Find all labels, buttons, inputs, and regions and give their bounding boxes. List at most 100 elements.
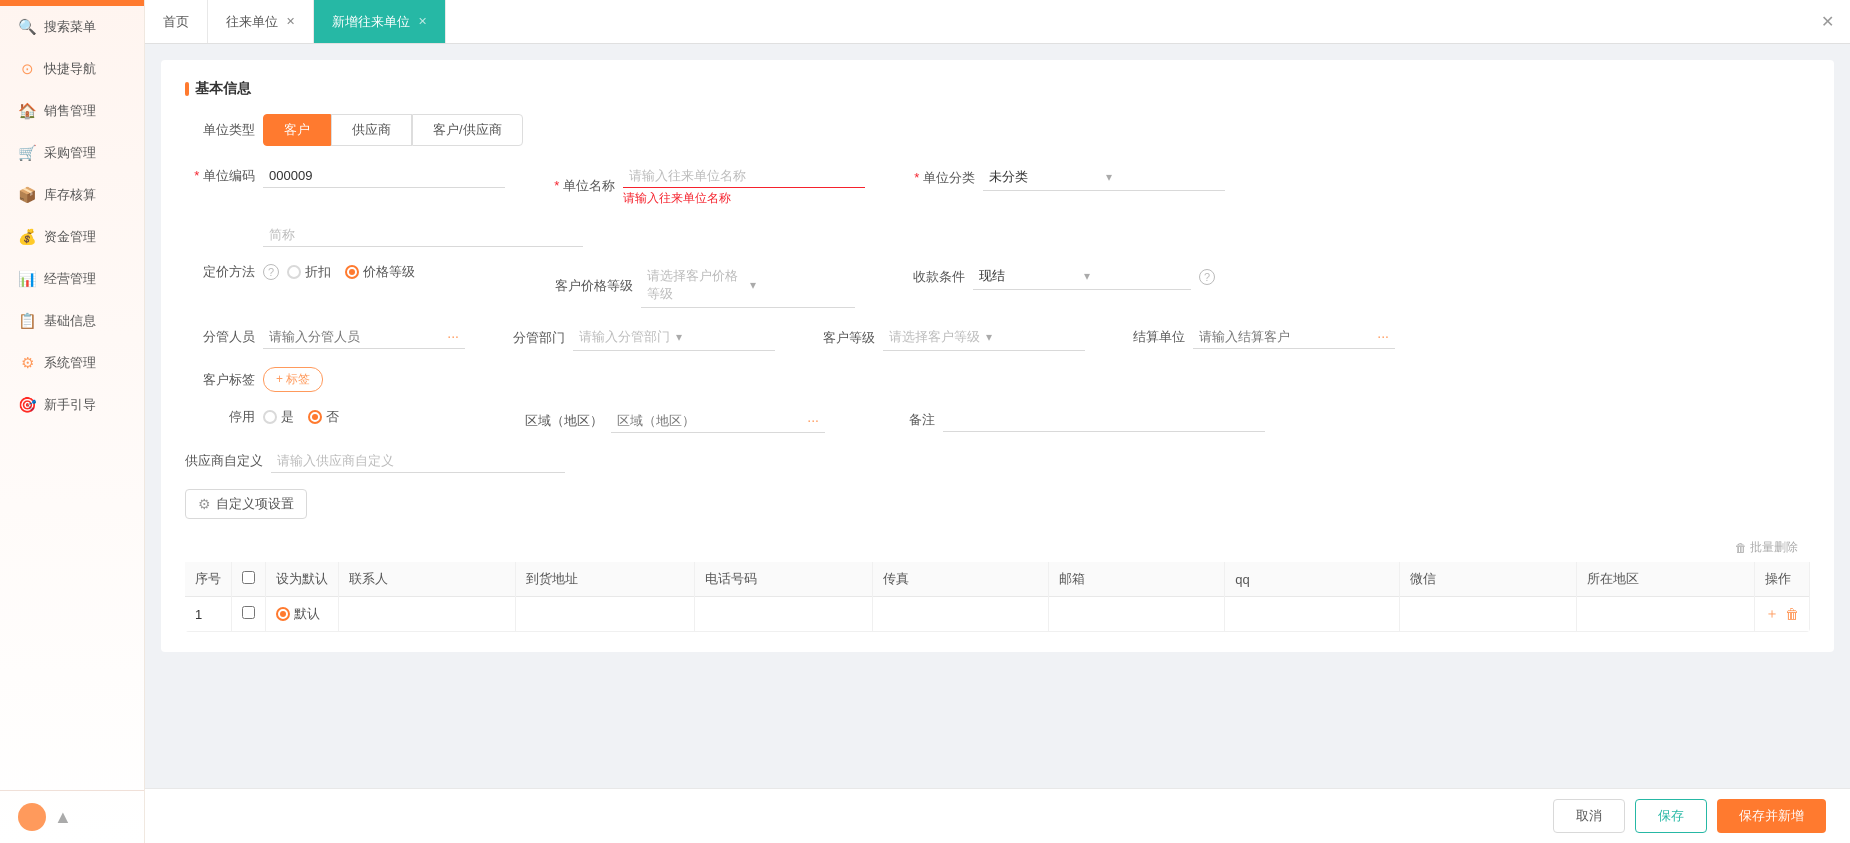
tab-home-label: 首页: [163, 13, 189, 31]
remark-input[interactable]: [943, 408, 1265, 432]
sidebar-item-label: 经营管理: [44, 270, 96, 288]
unit-type-customer-btn[interactable]: 客户: [263, 114, 331, 146]
settlement-unit-field: 结算单位 ···: [1115, 324, 1395, 349]
sidebar-item-search[interactable]: 🔍 搜索菜单: [0, 6, 144, 48]
purchase-icon: 🛒: [18, 144, 36, 162]
row-address-input[interactable]: [526, 607, 683, 622]
sidebar-item-finance[interactable]: 💰 资金管理: [0, 216, 144, 258]
custom-settings-button[interactable]: ⚙ 自定义项设置: [185, 489, 307, 519]
department-label: 分管部门: [495, 329, 565, 347]
sidebar-item-label: 采购管理: [44, 144, 96, 162]
basic-info-icon: 📋: [18, 312, 36, 330]
sidebar-item-purchase[interactable]: 🛒 采购管理: [0, 132, 144, 174]
short-name-input[interactable]: [263, 223, 583, 247]
disabled-yes-radio[interactable]: 是: [263, 408, 294, 426]
sales-icon: 🏠: [18, 102, 36, 120]
row-delete-btn[interactable]: 🗑: [1785, 606, 1799, 622]
row-email-input[interactable]: [1059, 607, 1214, 622]
unit-name-group: 请输入往来单位名称: [623, 164, 865, 207]
save-new-button[interactable]: 保存并新增: [1717, 799, 1826, 833]
row-fax-input[interactable]: [883, 607, 1038, 622]
save-button[interactable]: 保存: [1635, 799, 1707, 833]
sidebar-item-system[interactable]: ⚙ 系统管理: [0, 342, 144, 384]
customer-tag-label: 客户标签: [185, 371, 255, 389]
disabled-no-radio[interactable]: 否: [308, 408, 339, 426]
pricing-help-icon[interactable]: ?: [263, 264, 279, 280]
row-region-input[interactable]: [1587, 607, 1744, 622]
th-address: 到货地址: [516, 562, 694, 597]
unit-type-supplier-btn[interactable]: 供应商: [331, 114, 412, 146]
department-select[interactable]: 请输入分管部门 ▾: [573, 324, 775, 351]
unit-category-select[interactable]: 未分类 ▾: [983, 164, 1225, 191]
supplier-custom-input[interactable]: [271, 449, 565, 473]
manager-field: 分管人员 ···: [185, 324, 465, 349]
pricing-method-label: 定价方法: [185, 263, 255, 281]
tab-new-partner-label: 新增往来单位: [332, 13, 410, 31]
sidebar-item-sales[interactable]: 🏠 销售管理: [0, 90, 144, 132]
tab-partners[interactable]: 往来单位 ✕: [208, 0, 314, 43]
unit-code-input[interactable]: [263, 164, 505, 188]
unit-category-value: 未分类: [989, 168, 1102, 186]
unit-type-row: 单位类型 客户 供应商 客户/供应商: [185, 114, 1810, 146]
tab-partners-close[interactable]: ✕: [286, 15, 295, 28]
short-name-row: [185, 223, 1810, 247]
customer-price-level-select[interactable]: 请选择客户价格等级 ▾: [641, 263, 855, 308]
row-checkbox[interactable]: [242, 606, 255, 619]
unit-type-buttons: 客户 供应商 客户/供应商: [263, 114, 523, 146]
default-radio-item[interactable]: 默认: [276, 605, 328, 623]
tab-window-close[interactable]: ✕: [1805, 0, 1850, 43]
pricing-discount-radio[interactable]: 折扣: [287, 263, 331, 281]
sidebar-item-quick-nav[interactable]: ⊙ 快捷导航: [0, 48, 144, 90]
customer-level-placeholder: 请选择客户等级: [889, 328, 982, 346]
unit-type-both-btn[interactable]: 客户/供应商: [412, 114, 523, 146]
td-checkbox: [232, 597, 266, 632]
th-default: 设为默认: [266, 562, 339, 597]
manager-label: 分管人员: [185, 328, 255, 346]
td-actions: ＋ 🗑: [1754, 597, 1809, 632]
section-title-icon: [185, 82, 189, 96]
sidebar-item-basic-info[interactable]: 📋 基础信息: [0, 300, 144, 342]
unit-name-input[interactable]: [623, 164, 865, 188]
system-icon: ⚙: [18, 354, 36, 372]
customer-level-label: 客户等级: [805, 329, 875, 347]
disabled-field: 停用 是 否: [185, 408, 485, 426]
payment-terms-select[interactable]: 现结 ▾: [973, 263, 1191, 290]
td-region: [1576, 597, 1754, 632]
sidebar-item-guide[interactable]: 🎯 新手引导: [0, 384, 144, 426]
manager-dots[interactable]: ···: [447, 328, 459, 344]
table-header: 序号 设为默认 联系人 到货地址 电话号码 传真 邮箱 qq: [185, 562, 1810, 597]
row-phone-input[interactable]: [705, 607, 862, 622]
td-seq: 1: [185, 597, 232, 632]
disabled-row: 停用 是 否 区域（地区）: [185, 408, 1810, 433]
content-area: 基本信息 单位类型 客户 供应商 客户/供应商 单位编码: [145, 44, 1850, 788]
customer-price-level-field: 客户价格等级 请选择客户价格等级 ▾: [555, 263, 855, 308]
unit-category-chevron: ▾: [1106, 170, 1219, 184]
tab-home[interactable]: 首页: [145, 0, 208, 43]
payment-terms-help-icon[interactable]: ?: [1199, 269, 1215, 285]
region-dots[interactable]: ···: [807, 412, 819, 428]
row-wechat-input[interactable]: [1410, 607, 1565, 622]
sidebar-item-label: 库存核算: [44, 186, 96, 204]
unit-name-error: 请输入往来单位名称: [623, 190, 865, 207]
th-checkbox-input[interactable]: [242, 571, 255, 584]
pricing-level-circle: [345, 265, 359, 279]
add-tag-button[interactable]: + 标签: [263, 367, 323, 392]
customer-level-select[interactable]: 请选择客户等级 ▾: [883, 324, 1085, 351]
manager-input[interactable]: [269, 329, 443, 344]
region-input[interactable]: [617, 413, 803, 428]
td-qq: [1225, 597, 1400, 632]
cancel-button[interactable]: 取消: [1553, 799, 1625, 833]
tab-new-partner[interactable]: 新增往来单位 ✕: [314, 0, 446, 43]
row-qq-input[interactable]: [1235, 607, 1389, 622]
sidebar-item-inventory[interactable]: 📦 库存核算: [0, 174, 144, 216]
row-contact-input[interactable]: [349, 607, 505, 622]
tab-new-partner-close[interactable]: ✕: [418, 15, 427, 28]
payment-terms-value: 现结: [979, 267, 1080, 285]
batch-delete-btn[interactable]: 🗑 批量删除: [1735, 539, 1798, 556]
row-add-btn[interactable]: ＋: [1765, 605, 1779, 623]
settlement-unit-dots[interactable]: ···: [1377, 328, 1389, 344]
sidebar-item-operations[interactable]: 📊 经营管理: [0, 258, 144, 300]
manager-row: 分管人员 ··· 分管部门 请输入分管部门 ▾ 客户等级: [185, 324, 1810, 351]
pricing-level-radio[interactable]: 价格等级: [345, 263, 415, 281]
settlement-unit-input[interactable]: [1199, 329, 1373, 344]
